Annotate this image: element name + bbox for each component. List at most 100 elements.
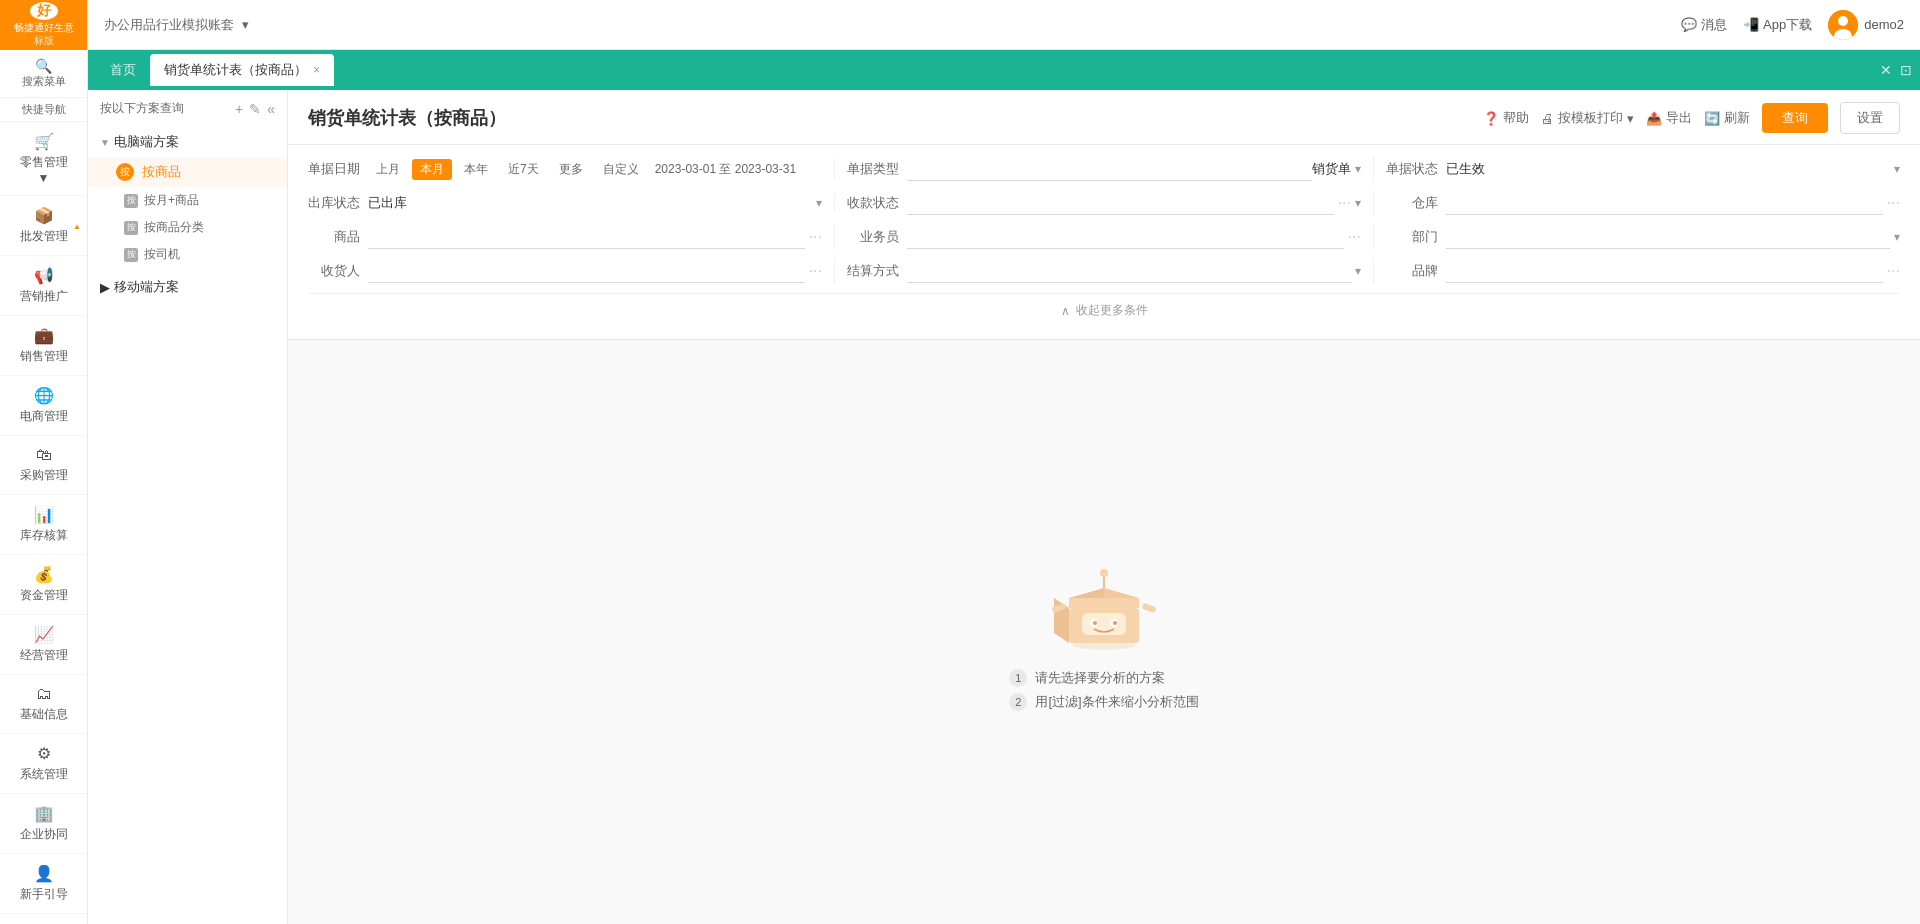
goods-input[interactable]: [368, 225, 805, 249]
sidebar-item-wholesale[interactable]: 📦 批发管理: [0, 196, 87, 256]
tab-home-label: 首页: [110, 61, 136, 79]
sidebar-item-purchase[interactable]: 🛍 采购管理: [0, 436, 87, 495]
edit-scheme-btn[interactable]: ✎: [249, 101, 261, 117]
inventory-label: 库存核算: [20, 527, 68, 544]
sidebar-item-operation[interactable]: 📈 经营管理: [0, 615, 87, 675]
search-label: 搜索菜单: [6, 74, 81, 89]
sidebar-item-sales[interactable]: 💼 销售管理: [0, 316, 87, 376]
doc-type-input[interactable]: [907, 157, 1312, 181]
search-menu-btn[interactable]: 🔍 搜索菜单: [0, 50, 87, 98]
receipt-status-dots[interactable]: ···: [1338, 194, 1351, 212]
brand-input[interactable]: [1446, 259, 1883, 283]
sidebar-item-marketing[interactable]: 📢 营销推广: [0, 256, 87, 316]
app-download-btn[interactable]: 📲 App下载: [1743, 16, 1812, 34]
tab-close-all-icon[interactable]: ✕: [1880, 62, 1892, 78]
pc-group-arrow: ▼: [100, 137, 110, 148]
finance-icon: 💰: [34, 565, 54, 584]
collapse-panel-btn[interactable]: «: [267, 101, 275, 117]
payment-chevron[interactable]: ▾: [1355, 264, 1361, 278]
receipt-status-input[interactable]: [907, 191, 1334, 215]
tip-num-2: 2: [1009, 693, 1027, 711]
warehouse-input[interactable]: [1446, 191, 1883, 215]
out-status-chevron[interactable]: ▾: [816, 196, 822, 210]
svg-rect-8: [1069, 598, 1139, 608]
doc-status-label: 单据状态: [1386, 160, 1446, 178]
tab-active[interactable]: 销货单统计表（按商品） ×: [150, 54, 334, 86]
tab-close-icon[interactable]: ×: [313, 63, 320, 77]
message-label: 消息: [1701, 16, 1727, 34]
salesperson-input[interactable]: [907, 225, 1344, 249]
user-profile-btn[interactable]: demo2: [1828, 10, 1904, 40]
brand-dots[interactable]: ···: [1887, 262, 1900, 280]
recipient-input[interactable]: [368, 259, 805, 283]
recipient-dots[interactable]: ···: [809, 262, 822, 280]
7days-tab[interactable]: 近7天: [500, 159, 547, 180]
print-btn[interactable]: 🖨 按模板打印 ▾: [1541, 109, 1634, 127]
top-bar: 办公用品行业模拟账套 ▾ 💬 消息 📲 App下载 de: [88, 0, 1920, 50]
settings-button[interactable]: 设置: [1840, 102, 1900, 134]
export-btn[interactable]: 📤 导出: [1646, 109, 1692, 127]
industry-selector[interactable]: 办公用品行业模拟账套 ▾: [104, 16, 249, 34]
collapse-filter-btn[interactable]: ∧ 收起更多条件: [308, 293, 1900, 327]
doc-status-chevron[interactable]: ▾: [1894, 162, 1900, 176]
left-panel: 按以下方案查询 + ✎ « ▼ 电脑端方案 按 按商品 按: [88, 90, 288, 924]
goods-label: 商品: [308, 228, 368, 246]
prev-month-tab[interactable]: 上月: [368, 159, 408, 180]
sidebar-item-system[interactable]: ⚙ 系统管理: [0, 734, 87, 794]
help-btn[interactable]: ❓ 帮助: [1483, 109, 1529, 127]
refresh-btn[interactable]: 🔄 刷新: [1704, 109, 1750, 127]
sidebar-item-basic[interactable]: 🗂 基础信息: [0, 675, 87, 734]
empty-svg: [1044, 553, 1164, 653]
receipt-status-chevron[interactable]: ▾: [1355, 196, 1361, 210]
message-icon: 💬: [1681, 17, 1697, 32]
dept-input[interactable]: [1446, 225, 1890, 249]
curr-year-tab[interactable]: 本年: [456, 159, 496, 180]
collapse-icon: ∧: [1061, 304, 1070, 318]
scheme-sub-category[interactable]: 按 按商品分类: [88, 214, 287, 241]
page-title: 销货单统计表（按商品）: [308, 106, 506, 130]
scheme-sub-month-goods[interactable]: 按 按月+商品: [88, 187, 287, 214]
custom-tab[interactable]: 自定义: [595, 159, 647, 180]
scheme-sub-label-1: 按月+商品: [144, 192, 199, 209]
query-button[interactable]: 查询: [1762, 103, 1828, 133]
print-label: 按模板打印: [1558, 109, 1623, 127]
filter-area: 单据日期 上月 本月 本年 近7天 更多 自定义 2023-03-01 至 20…: [288, 145, 1920, 340]
message-btn[interactable]: 💬 消息: [1681, 16, 1727, 34]
payment-label: 结算方式: [847, 262, 907, 280]
date-range-display: 2023-03-01 至 2023-03-31: [655, 161, 796, 178]
goods-dots[interactable]: ···: [809, 228, 822, 246]
add-scheme-btn[interactable]: +: [235, 101, 243, 117]
salesperson-dots[interactable]: ···: [1348, 228, 1361, 246]
dept-chevron[interactable]: ▾: [1894, 230, 1900, 244]
tab-maximize-icon[interactable]: ⊡: [1900, 62, 1912, 78]
sidebar-item-appcenter[interactable]: 📱 应用中心: [0, 914, 87, 924]
brand-label: 品牌: [1386, 262, 1446, 280]
print-dropdown-icon: ▾: [1627, 111, 1634, 126]
quick-nav-btn[interactable]: 快捷导航: [0, 98, 87, 122]
payment-input[interactable]: [907, 259, 1351, 283]
curr-month-tab[interactable]: 本月: [412, 159, 452, 180]
sidebar-item-enterprise[interactable]: 🏢 企业协同: [0, 794, 87, 854]
scheme-item-goods[interactable]: 按 按商品: [88, 157, 287, 187]
more-tab[interactable]: 更多: [551, 159, 591, 180]
logo-icon: 好: [30, 2, 58, 20]
sidebar-item-ecom[interactable]: 🌐 电商管理: [0, 376, 87, 436]
sidebar-item-finance[interactable]: 💰 资金管理: [0, 555, 87, 615]
sidebar-item-newuser[interactable]: 👤 新手引导: [0, 854, 87, 914]
tab-home[interactable]: 首页: [96, 54, 150, 86]
sidebar-item-retail[interactable]: 🛒 零售管理: [0, 122, 87, 196]
empty-state: 1 请先选择要分析的方案 2 用[过滤]条件来缩小分析范围: [1009, 553, 1198, 711]
help-icon: ❓: [1483, 111, 1499, 126]
svg-point-12: [1093, 621, 1097, 625]
pc-group-toggle[interactable]: ▼ 电脑端方案: [88, 127, 287, 157]
warehouse-dots[interactable]: ···: [1887, 194, 1900, 212]
sidebar: 好 畅捷通好生意 标版 🔍 搜索菜单 快捷导航 🛒 零售管理 📦 批发管理 📢 …: [0, 0, 88, 924]
svg-point-13: [1113, 621, 1117, 625]
print-icon: 🖨: [1541, 111, 1554, 126]
mobile-group-toggle[interactable]: ▶ 移动端方案: [88, 272, 287, 302]
page-body: 按以下方案查询 + ✎ « ▼ 电脑端方案 按 按商品 按: [88, 90, 1920, 924]
sidebar-item-inventory[interactable]: 📊 库存核算: [0, 495, 87, 555]
scheme-sub-driver[interactable]: 按 按司机: [88, 241, 287, 268]
doc-type-chevron[interactable]: ▾: [1355, 162, 1361, 176]
doc-type-label: 单据类型: [847, 160, 907, 178]
